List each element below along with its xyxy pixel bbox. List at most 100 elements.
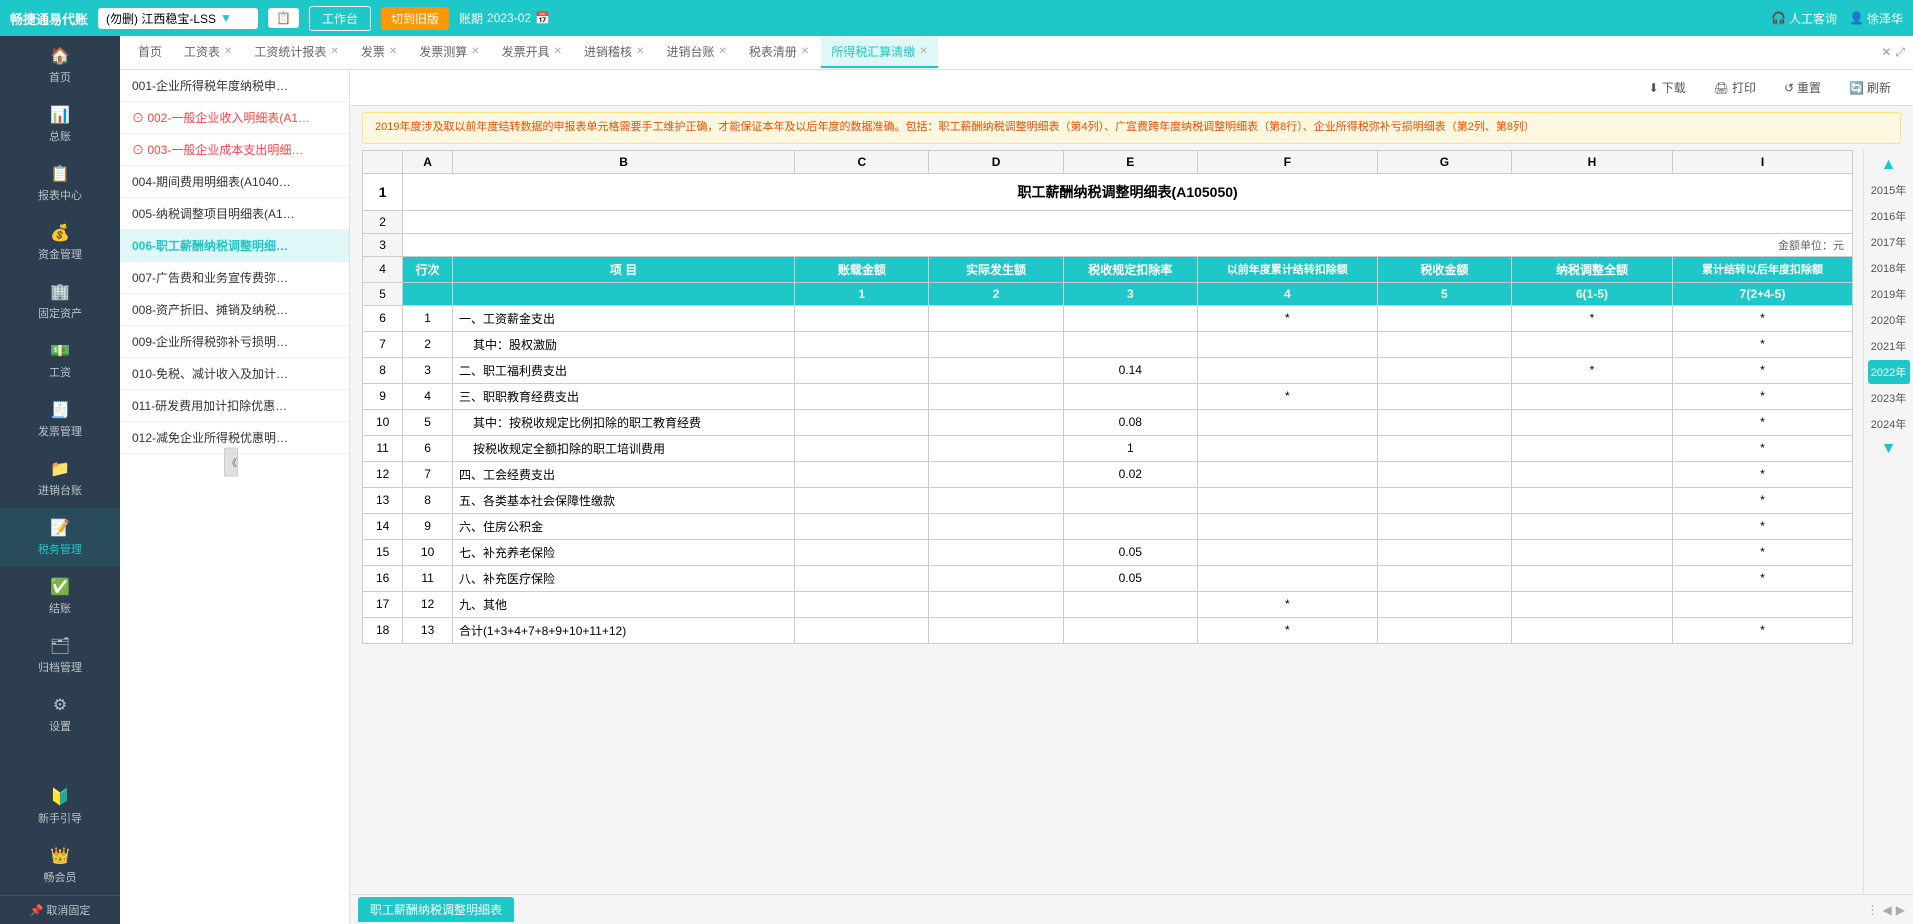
table-row: 8 3 二、职工福利费支出 0.14 *: [363, 357, 1853, 383]
bottom-scroll-left[interactable]: ◀: [1883, 903, 1892, 917]
tab-invoice-issue-close[interactable]: ✕: [554, 46, 562, 57]
tab-payroll-stats[interactable]: 工资统计报表 ✕: [244, 37, 348, 68]
switch-btn[interactable]: 切到旧版: [381, 7, 449, 30]
col-header-row: 4 行次 项 目 账载金额 实际发生额 税收规定扣除率 以前年度累计结转扣除额 …: [363, 256, 1853, 282]
unpin-btn[interactable]: 📌 取消固定: [0, 895, 120, 924]
tab-invoice-close[interactable]: ✕: [389, 46, 397, 57]
tab-income-tax[interactable]: 所得税汇算清缴 ✕: [821, 37, 937, 68]
form-list-item-011[interactable]: 011-研发费用加计扣除优惠…: [120, 390, 349, 422]
tab-ledger[interactable]: 进销台账 ✕: [656, 37, 736, 68]
sidebar-label-close: 结账: [49, 600, 71, 616]
form-list-item-004[interactable]: 004-期间费用明细表(A1040…: [120, 166, 349, 198]
app-logo: 畅捷通易代账: [10, 9, 88, 28]
year-2020[interactable]: 2020年: [1868, 308, 1910, 332]
form-list-item-001[interactable]: 001-企业所得税年度纳税申…: [120, 70, 349, 102]
top-bar-right: 🎧 人工客询 👤 徐泽华: [1771, 10, 1903, 27]
tab-ledger-close[interactable]: ✕: [718, 46, 726, 57]
print-btn[interactable]: 🖨 打印: [1704, 76, 1766, 99]
bottom-menu-icon[interactable]: ⋮: [1867, 903, 1879, 917]
year-2022[interactable]: 2022年: [1868, 360, 1910, 384]
sidebar-item-settings[interactable]: ⚙ 设置: [0, 685, 120, 744]
year-2021[interactable]: 2021年: [1868, 334, 1910, 358]
year-2015[interactable]: 2015年: [1868, 178, 1910, 202]
form-list-item-010[interactable]: 010-免税、减计收入及加计…: [120, 358, 349, 390]
member-icon: 👑: [50, 846, 70, 866]
tab-invoice-calc[interactable]: 发票测算 ✕: [409, 37, 489, 68]
tab-audit[interactable]: 进销稽核 ✕: [574, 37, 654, 68]
collapse-panel-btn[interactable]: 《: [224, 448, 238, 477]
form-list-item-006[interactable]: 006-职工薪酬纳税调整明细…: [120, 230, 349, 262]
sidebar-item-purchases[interactable]: 📁 进销台账: [0, 449, 120, 508]
sidebar-item-assets[interactable]: 🏢 固定资产: [0, 272, 120, 331]
sidebar-item-finance[interactable]: 💰 资金管理: [0, 213, 120, 272]
tab-audit-close[interactable]: ✕: [636, 46, 644, 57]
workbench-btn[interactable]: 工作台: [309, 6, 371, 31]
form-list-item-005[interactable]: 005-纳税调整项目明细表(A1…: [120, 198, 349, 230]
user-btn[interactable]: 👤 徐泽华: [1849, 10, 1903, 27]
bottom-scroll-right[interactable]: ▶: [1896, 903, 1905, 917]
copy-btn[interactable]: 📋: [268, 8, 299, 28]
th-I: I: [1673, 150, 1853, 173]
tab-income-tax-close[interactable]: ✕: [919, 46, 927, 57]
tab-tax-list-close[interactable]: ✕: [801, 46, 809, 57]
pin-icon: 📌: [30, 905, 44, 917]
year-2016[interactable]: 2016年: [1868, 204, 1910, 228]
sh-1: 1: [795, 282, 929, 305]
tab-tax-list[interactable]: 税表清册 ✕: [739, 37, 819, 68]
year-2017[interactable]: 2017年: [1868, 230, 1910, 254]
sidebar-item-tax[interactable]: 📝 税务管理: [0, 508, 120, 567]
col-tax-amt: 税收金额: [1377, 256, 1511, 282]
reset-btn[interactable]: ↺ 重置: [1774, 76, 1831, 99]
tab-invoice[interactable]: 发票 ✕: [351, 37, 407, 68]
service-btn[interactable]: 🎧 人工客询: [1771, 10, 1837, 27]
sidebar-item-archive[interactable]: 🗂 归档管理: [0, 626, 120, 685]
sidebar-item-reports[interactable]: 📋 报表中心: [0, 154, 120, 213]
sidebar-label-archive: 归档管理: [38, 659, 82, 675]
content-area: 首页 工资表 ✕ 工资统计报表 ✕ 发票 ✕ 发票测算 ✕: [120, 36, 1913, 924]
reset-icon: ↺: [1784, 81, 1794, 95]
year-nav-down[interactable]: ▼: [1879, 438, 1899, 460]
tab-payroll-stats-close[interactable]: ✕: [330, 46, 338, 57]
reports-icon: 📋: [50, 164, 70, 184]
year-2024[interactable]: 2024年: [1868, 412, 1910, 436]
sidebar-item-home[interactable]: 🏠 首页: [0, 36, 120, 95]
sheet-wrapper[interactable]: A B C D E F G H I: [350, 150, 1913, 894]
table-row: 6 1 一、工资薪金支出 * *: [363, 305, 1853, 331]
tab-invoice-issue[interactable]: 发票开具 ✕: [492, 37, 572, 68]
calendar-icon[interactable]: 📅: [535, 11, 550, 25]
download-btn[interactable]: ⬇ 下载: [1639, 76, 1696, 99]
payroll-icon: 💵: [50, 341, 70, 361]
sidebar-item-payroll[interactable]: 💵 工资: [0, 331, 120, 390]
year-nav-up[interactable]: ▲: [1879, 154, 1899, 176]
form-list-item-003[interactable]: ⊙ 003-一般企业成本支出明细…: [120, 134, 349, 166]
year-2018[interactable]: 2018年: [1868, 256, 1910, 280]
year-2019[interactable]: 2019年: [1868, 282, 1910, 306]
table-row: 11 6 按税收规定全额扣除的职工培训费用 1: [363, 435, 1853, 461]
form-list-item-007[interactable]: 007-广告费和业务宣传费弥…: [120, 262, 349, 294]
sidebar-item-invoice[interactable]: 🧾 发票管理: [0, 390, 120, 449]
tab-fullscreen-icon[interactable]: ⤢: [1895, 45, 1905, 60]
col-item: 项 目: [452, 256, 794, 282]
tab-home[interactable]: 首页: [128, 37, 172, 68]
tab-expand-icon[interactable]: ✕: [1881, 45, 1891, 60]
bottom-sheet-tab[interactable]: 职工薪酬纳税调整明细表: [358, 897, 514, 922]
year-2023[interactable]: 2023年: [1868, 386, 1910, 410]
form-list-item-008[interactable]: 008-资产折旧、摊销及纳税…: [120, 294, 349, 326]
form-list-item-009[interactable]: 009-企业所得税弥补亏损明…: [120, 326, 349, 358]
tab-payroll-close[interactable]: ✕: [224, 46, 232, 57]
period-value: 2023-02: [487, 11, 531, 25]
tab-invoice-calc-close[interactable]: ✕: [471, 46, 479, 57]
sh-4: 4: [1197, 282, 1377, 305]
tab-payroll[interactable]: 工资表 ✕: [174, 37, 242, 68]
refresh-btn[interactable]: 🔄 刷新: [1839, 76, 1901, 99]
sidebar-label-assets: 固定资产: [38, 305, 82, 321]
sidebar-item-member[interactable]: 👑 畅会员: [0, 836, 120, 895]
sidebar-item-close[interactable]: ✅ 结账: [0, 567, 120, 626]
sidebar-item-ledger[interactable]: 📊 总账: [0, 95, 120, 154]
company-selector[interactable]: (勿删) 江西稳宝-LSS ▼: [98, 8, 258, 29]
year-nav: ▲ 2015年 2016年 2017年 2018年 2019年 2020年 20…: [1863, 150, 1913, 894]
sidebar-item-guide[interactable]: 🔰 新手引导: [0, 777, 120, 836]
tab-tax-list-label: 税表清册: [749, 43, 797, 60]
th-C: C: [795, 150, 929, 173]
form-list-item-002[interactable]: ⊙ 002-一般企业收入明细表(A1…: [120, 102, 349, 134]
